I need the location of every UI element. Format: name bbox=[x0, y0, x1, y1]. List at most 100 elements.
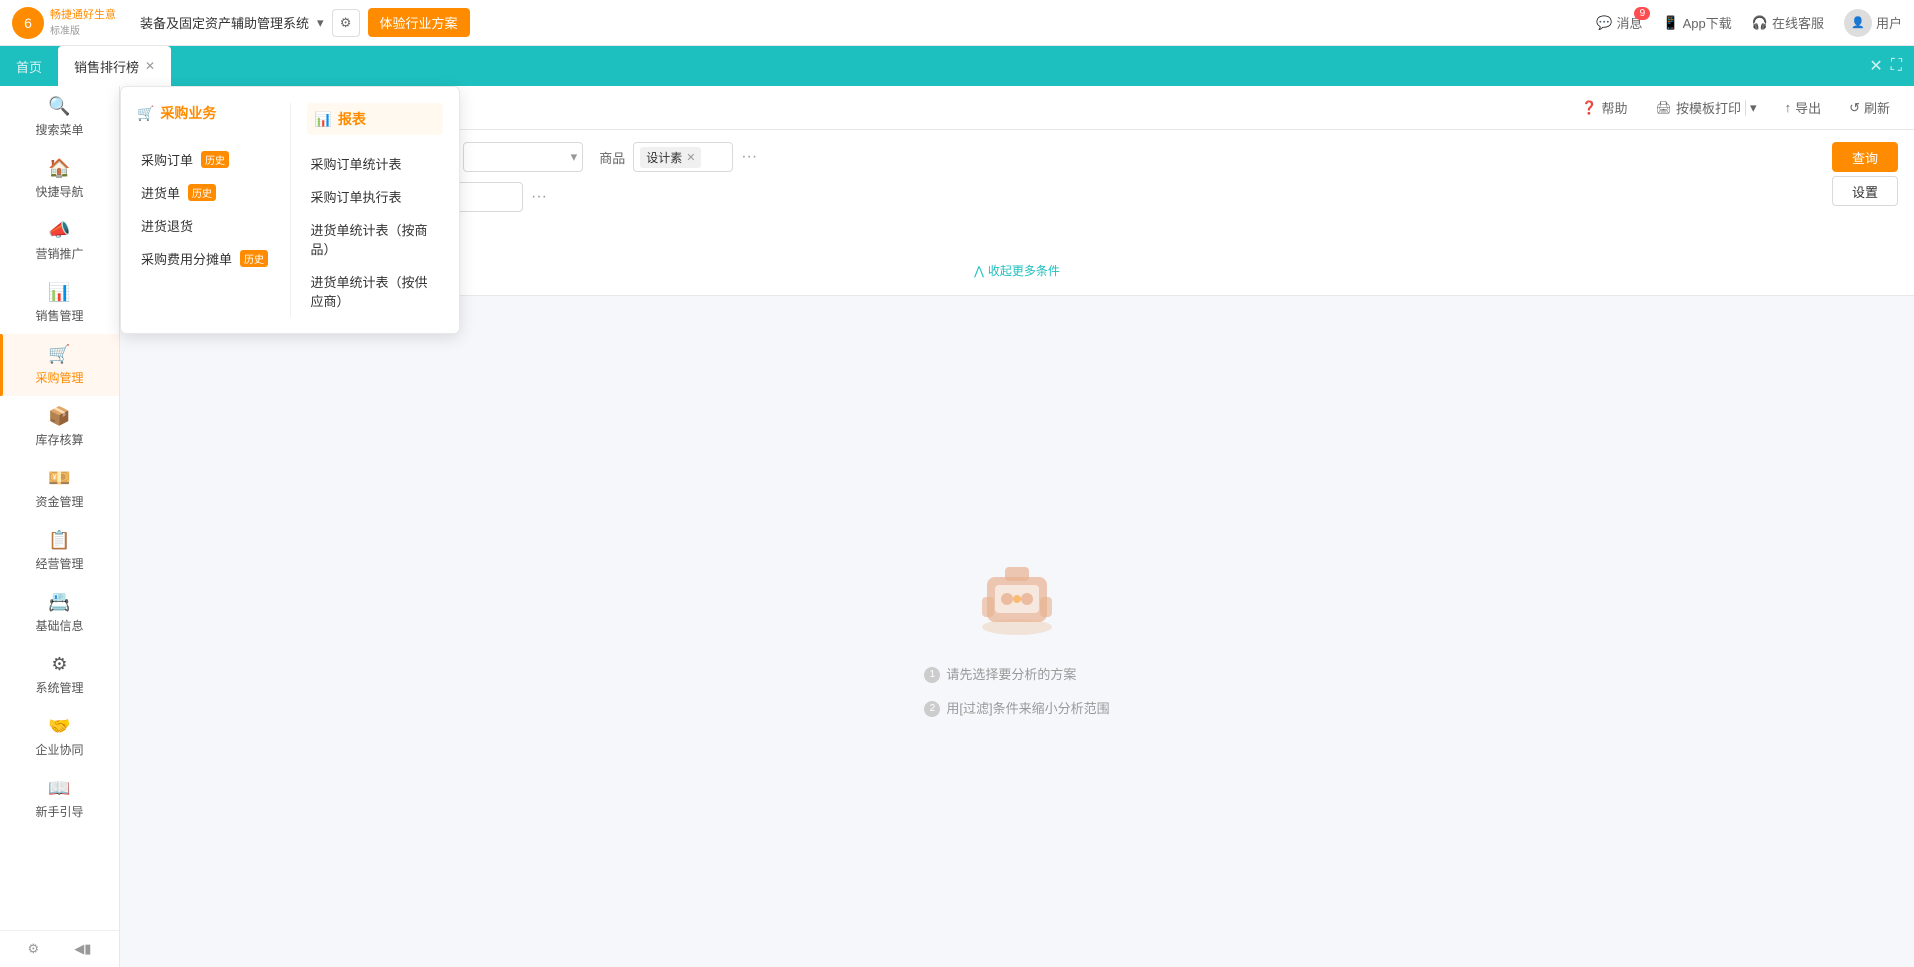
dropdown-inbound[interactable]: 进货单 历史 bbox=[137, 176, 274, 209]
sidebar-item-basic[interactable]: 📇 基础信息 bbox=[0, 582, 119, 644]
app-download-label: App下载 bbox=[1683, 13, 1732, 32]
sidebar: 🔍 搜索菜单 🏠 快捷导航 📣 营销推广 📊 销售管理 🛒 采购管理 📦 库存核… bbox=[0, 86, 120, 967]
top-bar: 6 畅捷通好生意 标准版 装备及固定资产辅助管理系统 ▾ ⚙ 体验行业方案 💬 … bbox=[0, 0, 1914, 46]
sidebar-item-guide[interactable]: 📖 新手引导 bbox=[0, 768, 119, 830]
handshake-icon: 🤝 bbox=[48, 716, 70, 737]
gear-button[interactable]: ⚙ bbox=[332, 9, 360, 37]
print-btn[interactable]: 🖨 按模板打印 ▾ bbox=[1648, 94, 1765, 121]
sidebar-search-label: 搜索菜单 bbox=[35, 121, 83, 138]
sidebar-item-collab[interactable]: 🤝 企业协同 bbox=[0, 706, 119, 768]
export-label: 导出 bbox=[1795, 98, 1821, 117]
tab-home-label: 首页 bbox=[16, 57, 42, 76]
megaphone-icon: 📣 bbox=[48, 220, 70, 241]
avatar: 👤 bbox=[1844, 9, 1872, 37]
collapse-btn[interactable]: ⋀ 收起更多条件 bbox=[966, 258, 1068, 283]
print-dropdown-icon[interactable]: ▾ bbox=[1745, 100, 1757, 116]
user-btn[interactable]: 👤 用户 bbox=[1844, 9, 1902, 37]
sidebar-item-marketing[interactable]: 📣 营销推广 bbox=[0, 210, 119, 272]
dropdown-inbound-by-supplier[interactable]: 进货单统计表（按供应商） bbox=[307, 265, 444, 317]
query-button[interactable]: 查询 bbox=[1832, 142, 1898, 172]
report-col-title: 📊 报表 bbox=[307, 103, 444, 135]
empty-hint-1: 请先选择要分析的方案 bbox=[946, 662, 1076, 688]
report-icon: 📋 bbox=[48, 530, 70, 551]
gear-sidebar-icon: ⚙ bbox=[51, 654, 67, 675]
sidebar-nav-label: 快捷导航 bbox=[35, 183, 83, 200]
card-icon: 📇 bbox=[48, 592, 70, 613]
search-icon: 🔍 bbox=[48, 96, 70, 117]
sidebar-bottom: ⚙ ◀▮ bbox=[0, 930, 119, 967]
return-label: 进货退货 bbox=[141, 216, 193, 235]
messages-btn[interactable]: 💬 消息 9 bbox=[1596, 13, 1642, 32]
sidebar-basic-label: 基础信息 bbox=[35, 617, 83, 634]
home-icon: 🏠 bbox=[48, 158, 70, 179]
collapse-arrow-icon: ⋀ bbox=[974, 264, 984, 278]
sidebar-item-purchase[interactable]: 🛒 采购管理 bbox=[0, 334, 119, 396]
goods-tag-close[interactable]: ✕ bbox=[686, 151, 695, 164]
money-icon: 💴 bbox=[48, 468, 70, 489]
purchase-col-title-text: 采购业务 bbox=[160, 103, 216, 123]
sidebar-item-system[interactable]: ⚙ 系统管理 bbox=[0, 644, 119, 706]
sidebar-finance-label: 资金管理 bbox=[35, 493, 83, 510]
tab-maximize-icon[interactable]: ⛶ bbox=[1891, 57, 1902, 75]
logo-area: 6 畅捷通好生意 标准版 bbox=[12, 7, 132, 39]
help-label: 帮助 bbox=[1601, 98, 1627, 117]
history-badge-1: 历史 bbox=[188, 184, 216, 201]
help-icon: ❓ bbox=[1581, 100, 1597, 116]
order-status-select[interactable] bbox=[463, 142, 583, 172]
empty-hint-2: 用[过滤]条件来缩小分析范围 bbox=[946, 696, 1109, 722]
refresh-label: 刷新 bbox=[1864, 98, 1890, 117]
sidebar-inventory-label: 库存核算 bbox=[35, 431, 83, 448]
settings-icon[interactable]: ⚙ bbox=[28, 941, 40, 957]
help-btn[interactable]: ❓ 帮助 bbox=[1573, 94, 1635, 121]
title-dropdown-icon[interactable]: ▾ bbox=[317, 15, 324, 31]
inbound-by-goods-label: 进货单统计表（按商品） bbox=[311, 220, 440, 258]
goods-tag-text: 设计素 bbox=[646, 149, 682, 166]
inbound-label: 进货单 bbox=[141, 183, 180, 202]
filter-goods: 商品 设计素 ✕ ··· bbox=[599, 142, 757, 172]
dropdown-inbound-by-goods[interactable]: 进货单统计表（按商品） bbox=[307, 213, 444, 265]
online-service-btn[interactable]: 🎧 在线客服 bbox=[1752, 13, 1824, 32]
inbound-by-supplier-label: 进货单统计表（按供应商） bbox=[311, 272, 440, 310]
hint-num-2: 2 bbox=[924, 701, 940, 717]
dropdown-purchase-order[interactable]: 采购订单 历史 bbox=[137, 143, 274, 176]
tab-close-icon[interactable]: ✕ bbox=[145, 59, 155, 73]
tab-home[interactable]: 首页 bbox=[0, 46, 58, 86]
purchase-dropdown-menu: 🛒 采购业务 采购订单 历史 进货单 历史 进货退货 采购费用分摊单 历史 bbox=[120, 86, 460, 334]
export-btn[interactable]: ↑ 导出 bbox=[1777, 94, 1830, 121]
print-label: 按模板打印 bbox=[1676, 98, 1741, 117]
tab-sales-rank[interactable]: 销售排行榜 ✕ bbox=[58, 46, 171, 86]
sidebar-collab-label: 企业协同 bbox=[35, 741, 83, 758]
industry-btn[interactable]: 体验行业方案 bbox=[368, 8, 470, 37]
report-col-icon: 📊 bbox=[315, 111, 332, 128]
report-col-title-text: 报表 bbox=[338, 109, 366, 129]
sidebar-item-search[interactable]: 🔍 搜索菜单 bbox=[0, 86, 119, 148]
print-icon: 🖨 bbox=[1656, 100, 1673, 116]
dropdown-purchase-cost[interactable]: 采购费用分摊单 历史 bbox=[137, 242, 274, 275]
sidebar-item-operation[interactable]: 📋 经营管理 bbox=[0, 520, 119, 582]
collapse-sidebar-icon[interactable]: ◀▮ bbox=[74, 941, 91, 957]
sidebar-item-sales[interactable]: 📊 销售管理 bbox=[0, 272, 119, 334]
dropdown-purchase-order-stat[interactable]: 采购订单统计表 bbox=[307, 147, 444, 180]
empty-illustration bbox=[957, 542, 1077, 642]
headset-icon: 🎧 bbox=[1752, 15, 1768, 31]
cart-icon: 🛒 bbox=[48, 344, 70, 365]
refresh-btn[interactable]: ↺ 刷新 bbox=[1841, 94, 1898, 121]
sidebar-item-finance[interactable]: 💴 资金管理 bbox=[0, 458, 119, 520]
logo-text: 畅捷通好生意 bbox=[50, 8, 116, 22]
system-title: 装备及固定资产辅助管理系统 ▾ ⚙ 体验行业方案 bbox=[132, 8, 1596, 37]
export-icon: ↑ bbox=[1785, 100, 1792, 115]
app-download-btn[interactable]: 📱 App下载 bbox=[1662, 13, 1731, 32]
empty-area: 1 请先选择要分析的方案 2 用[过滤]条件来缩小分析范围 bbox=[120, 296, 1914, 967]
sidebar-item-nav[interactable]: 🏠 快捷导航 bbox=[0, 148, 119, 210]
tab-bar-right: ✕ ⛶ bbox=[1869, 56, 1914, 76]
salesperson-more-btn[interactable]: ··· bbox=[531, 188, 547, 206]
purchase-order-label: 采购订单 bbox=[141, 150, 193, 169]
dropdown-return[interactable]: 进货退货 bbox=[137, 209, 274, 242]
dropdown-purchase-order-exec[interactable]: 采购订单执行表 bbox=[307, 180, 444, 213]
sidebar-item-inventory[interactable]: 📦 库存核算 bbox=[0, 396, 119, 458]
goods-label: 商品 bbox=[599, 148, 625, 167]
order-status-select-wrap: ▾ bbox=[463, 142, 583, 172]
tab-close-window-icon[interactable]: ✕ bbox=[1869, 56, 1882, 76]
set-button[interactable]: 设置 bbox=[1832, 176, 1898, 206]
goods-more-btn[interactable]: ··· bbox=[741, 148, 757, 166]
